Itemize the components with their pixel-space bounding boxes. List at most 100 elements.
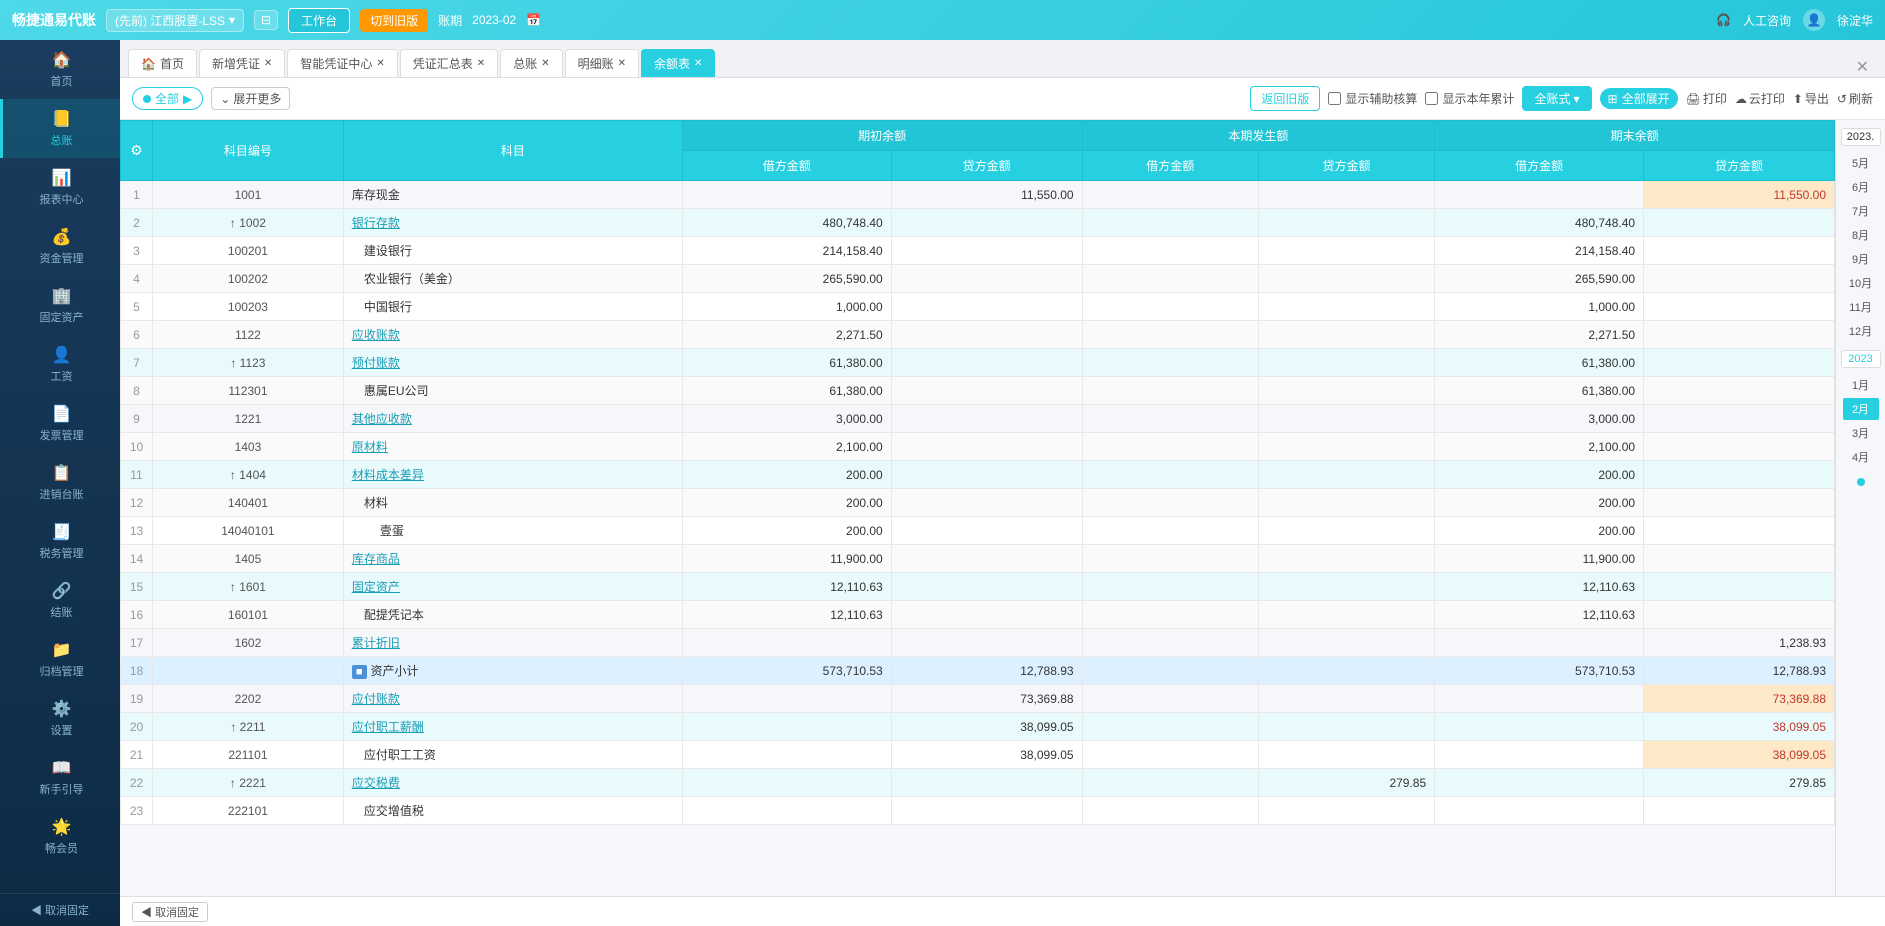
col-name-header: 科目 xyxy=(343,121,682,181)
tab-smart-voucher-close[interactable]: ✕ xyxy=(376,58,384,69)
row-name[interactable]: 应付职工薪酬 xyxy=(343,713,682,741)
rp-month-8[interactable]: 8月 xyxy=(1843,224,1879,246)
sidebar-label-reports: 报表中心 xyxy=(40,191,84,207)
sidebar-item-assets[interactable]: 🏢 固定资产 xyxy=(0,276,120,335)
row-code: 1122 xyxy=(153,321,344,349)
row-name[interactable]: 应交税费 xyxy=(343,769,682,797)
rp-month-5[interactable]: 5月 xyxy=(1843,152,1879,174)
fullstyle-button[interactable]: 全账式 ▾ xyxy=(1522,86,1591,111)
rp-month-9[interactable]: 9月 xyxy=(1843,248,1879,270)
row-pb-debit: 11,900.00 xyxy=(682,545,891,573)
workbench-button[interactable]: 工作台 xyxy=(288,8,350,33)
rp-month-4[interactable]: 4月 xyxy=(1843,446,1879,468)
unpin-button[interactable]: ◀ 取消固定 xyxy=(0,893,120,926)
tab-new-voucher-close[interactable]: ✕ xyxy=(264,58,272,69)
sidebar-item-guide[interactable]: 📖 新手引导 xyxy=(0,748,120,807)
rp-month-3[interactable]: 3月 xyxy=(1843,422,1879,444)
tab-smart-voucher[interactable]: 智能凭证中心 ✕ xyxy=(287,49,397,77)
row-end-debit xyxy=(1435,685,1644,713)
tab-new-voucher[interactable]: 新增凭证 ✕ xyxy=(199,49,285,77)
row-current-credit xyxy=(1258,517,1434,545)
print-button[interactable]: 🖨 打印 xyxy=(1686,90,1727,107)
show-ytd-checkbox[interactable] xyxy=(1425,92,1438,105)
print-icon: 🖨 xyxy=(1686,92,1701,106)
rp-month-7[interactable]: 7月 xyxy=(1843,200,1879,222)
row-name[interactable]: 预付账款 xyxy=(343,349,682,377)
user-name[interactable]: 徐淀华 xyxy=(1837,12,1873,29)
tab-balance-sheet-close[interactable]: ✕ xyxy=(694,58,702,69)
calendar-icon[interactable]: 📅 xyxy=(526,13,541,27)
switch-version-button[interactable]: 切到旧版 xyxy=(360,9,428,32)
row-name[interactable]: 库存商品 xyxy=(343,545,682,573)
sidebar-item-archive[interactable]: 📁 归档管理 xyxy=(0,630,120,689)
show-ytd-checkbox-label[interactable]: 显示本年累计 xyxy=(1425,90,1514,107)
row-end-credit xyxy=(1644,237,1835,265)
company-selector[interactable]: (先前) 江西脱壹-LSS ▾ xyxy=(106,9,244,32)
row-current-credit xyxy=(1258,433,1434,461)
cloud-print-button[interactable]: ☁ 云打印 xyxy=(1735,90,1785,107)
row-no: 17 xyxy=(121,629,153,657)
tab-voucher-summary[interactable]: 凭证汇总表 ✕ xyxy=(400,49,498,77)
row-no: 3 xyxy=(121,237,153,265)
tab-general-ledger-close[interactable]: ✕ xyxy=(541,58,549,69)
rp-year-2023-top: 2023. xyxy=(1841,128,1881,146)
tab-home[interactable]: 🏠 首页 xyxy=(128,49,197,77)
row-name[interactable]: 银行存款 xyxy=(343,209,682,237)
tab-balance-sheet[interactable]: 余额表 ✕ xyxy=(641,49,715,77)
rp-month-12[interactable]: 12月 xyxy=(1843,320,1879,342)
row-end-credit xyxy=(1644,601,1835,629)
sidebar-item-funds[interactable]: 💰 资金管理 xyxy=(0,217,120,276)
copy-icon-btn[interactable]: ⊟ xyxy=(254,10,278,30)
company-name: (先前) 江西脱壹-LSS xyxy=(115,12,225,29)
rp-scroll-dot[interactable] xyxy=(1857,478,1865,486)
row-name[interactable]: 固定资产 xyxy=(343,573,682,601)
row-no: 14 xyxy=(121,545,153,573)
refresh-button[interactable]: ↺ 刷新 xyxy=(1837,90,1873,107)
consult-label[interactable]: 人工咨询 xyxy=(1743,12,1791,29)
sidebar-item-settle[interactable]: 🔗 结账 xyxy=(0,571,120,630)
row-end-debit xyxy=(1435,741,1644,769)
tab-voucher-summary-close[interactable]: ✕ xyxy=(477,58,485,69)
gear-icon[interactable]: ⚙ xyxy=(130,142,143,158)
show-aux-checkbox-label[interactable]: 显示辅助核算 xyxy=(1328,90,1417,107)
row-no: 7 xyxy=(121,349,153,377)
sidebar-item-ledger[interactable]: 📒 总账 xyxy=(0,99,120,158)
row-name[interactable]: 原材料 xyxy=(343,433,682,461)
close-all-tabs[interactable]: ✕ xyxy=(1848,57,1877,77)
row-name[interactable]: 累计折旧 xyxy=(343,629,682,657)
tab-detail-ledger[interactable]: 明细账 ✕ xyxy=(565,49,639,77)
rp-month-2[interactable]: 2月 xyxy=(1843,398,1879,420)
rp-year-2023-current: 2023 xyxy=(1841,350,1881,368)
row-name[interactable]: 其他应收款 xyxy=(343,405,682,433)
tab-detail-ledger-close[interactable]: ✕ xyxy=(618,58,626,69)
filter-all-button[interactable]: 全部 ▶ xyxy=(132,87,203,110)
sidebar-item-invoice[interactable]: 📄 发票管理 xyxy=(0,394,120,453)
sidebar-item-tax[interactable]: 🧾 税务管理 xyxy=(0,512,120,571)
row-end-debit: 61,380.00 xyxy=(1435,349,1644,377)
rp-month-10[interactable]: 10月 xyxy=(1843,272,1879,294)
rp-month-1[interactable]: 1月 xyxy=(1843,374,1879,396)
expand-all-toggle[interactable]: ⊞ 全部展开 xyxy=(1600,88,1678,109)
sidebar-item-member[interactable]: 🌟 畅会员 xyxy=(0,807,120,866)
row-name[interactable]: 应收账款 xyxy=(343,321,682,349)
sidebar-item-settings[interactable]: ⚙️ 设置 xyxy=(0,689,120,748)
cancel-pin-btn[interactable]: ◀ 取消固定 xyxy=(132,902,208,922)
return-old-version-button[interactable]: 返回旧版 xyxy=(1250,86,1320,111)
show-aux-checkbox[interactable] xyxy=(1328,92,1341,105)
row-name[interactable]: 材料成本差异 xyxy=(343,461,682,489)
rp-month-11[interactable]: 11月 xyxy=(1843,296,1879,318)
export-button[interactable]: ⬆ 导出 xyxy=(1793,90,1829,107)
expand-more-button[interactable]: ⌄ 展开更多 xyxy=(211,87,290,110)
fullstyle-chevron: ▾ xyxy=(1573,92,1579,106)
row-name: 库存现金 xyxy=(343,181,682,209)
rp-month-6[interactable]: 6月 xyxy=(1843,176,1879,198)
sidebar-item-reports[interactable]: 📊 报表中心 xyxy=(0,158,120,217)
tab-general-ledger[interactable]: 总账 ✕ xyxy=(500,49,562,77)
row-name[interactable]: 应付账款 xyxy=(343,685,682,713)
sidebar-item-home[interactable]: 🏠 首页 xyxy=(0,40,120,99)
expand-all-label: 全部展开 xyxy=(1622,90,1670,107)
toggle-icon: ⊞ xyxy=(1608,92,1618,106)
sidebar-item-salary[interactable]: 👤 工资 xyxy=(0,335,120,394)
sidebar-item-purchase[interactable]: 📋 进销台账 xyxy=(0,453,120,512)
right-panel: 2023. 5月 6月 7月 8月 9月 10月 11月 12月 2023 1月… xyxy=(1835,120,1885,896)
